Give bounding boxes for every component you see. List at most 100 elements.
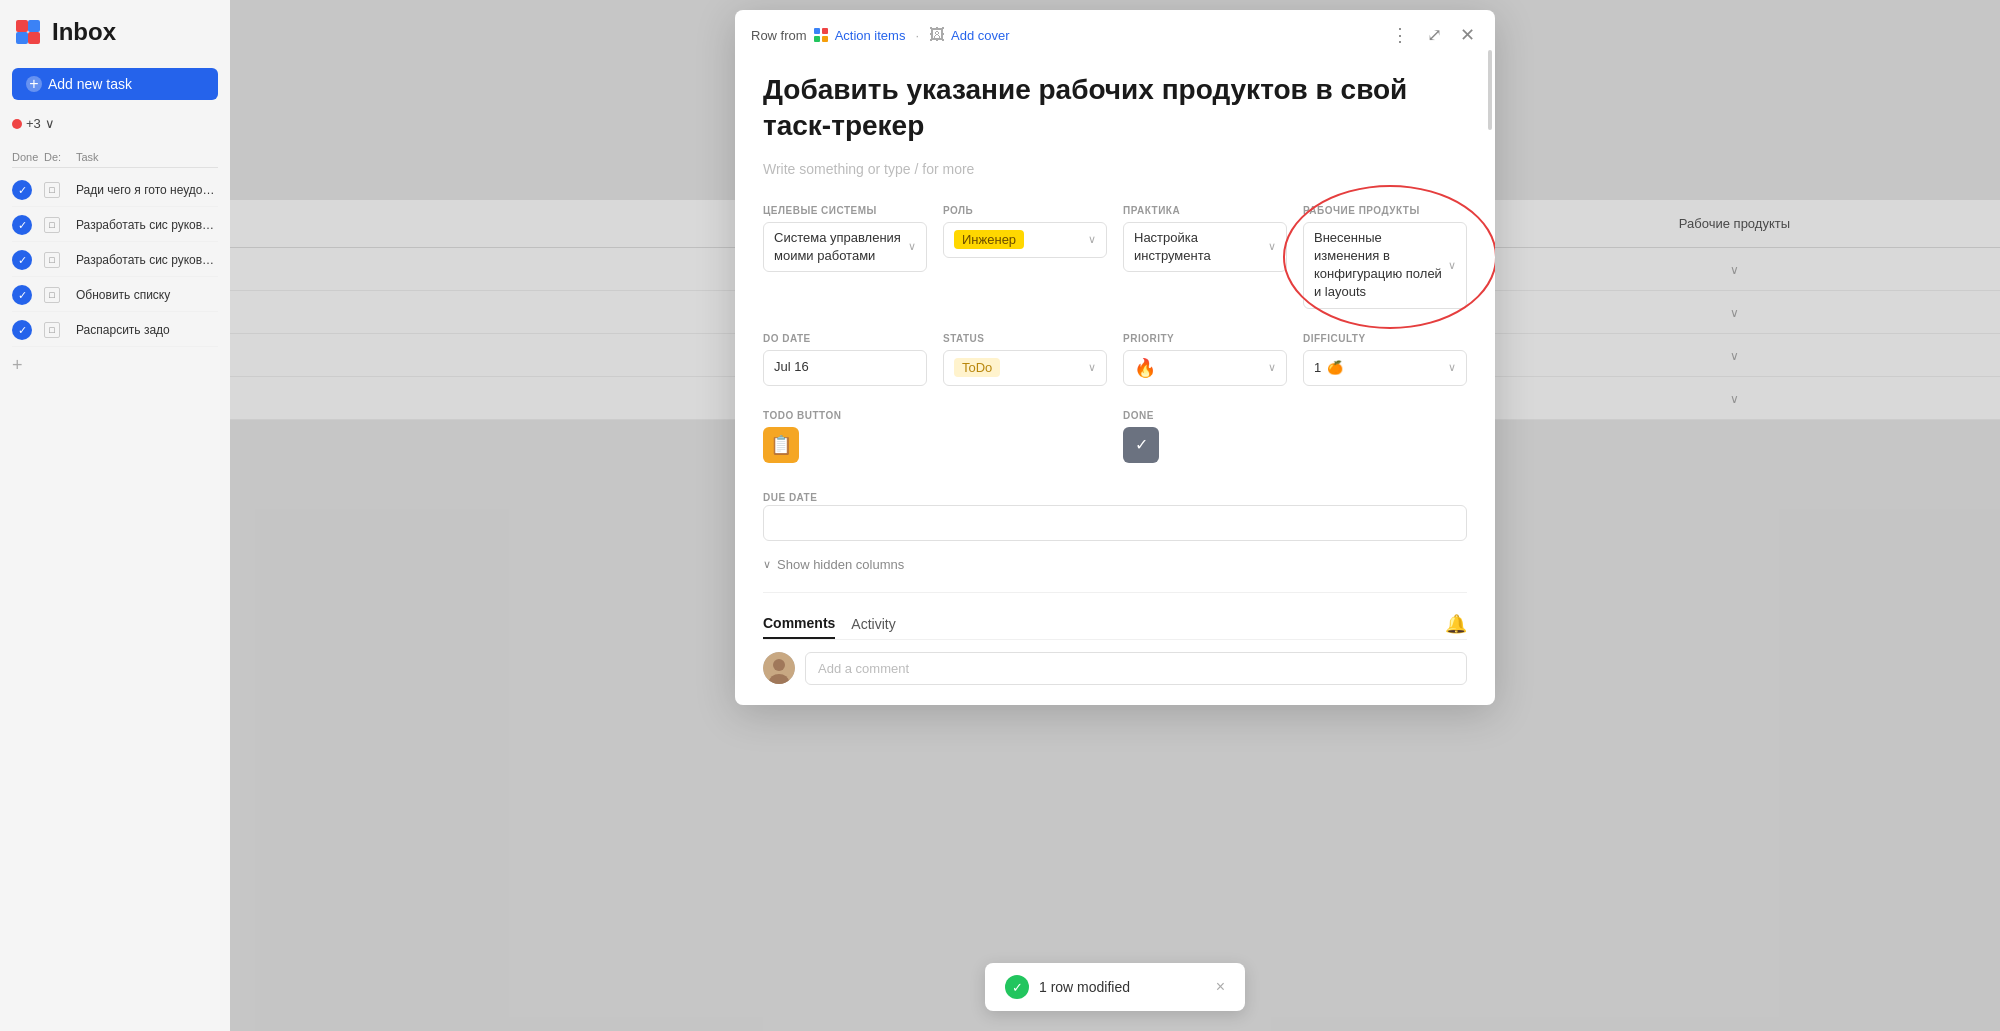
svg-rect-7 [822,36,828,42]
action-items-icon [813,27,829,43]
chevron-right-icon: ∨ [763,558,771,571]
status-select[interactable]: ToDo ∨ [943,350,1107,386]
difficulty-select[interactable]: 1 🍊 ∨ [1303,350,1467,386]
done-check-icon[interactable]: ✓ [1123,427,1159,463]
row-detail-modal: Row from Action items · 🖼 Add cover ⋮ ⤢ [735,10,1495,705]
difficulty-content: 1 🍊 [1314,360,1343,375]
status-value: ToDo [954,358,1000,377]
role-select[interactable]: Инженер ∨ [943,222,1107,258]
modal-overlay[interactable]: Row from Action items · 🖼 Add cover ⋮ ⤢ [230,0,2000,1031]
modal-body-placeholder[interactable]: Write something or type / for more [763,161,1467,177]
more-options-button[interactable]: ⋮ [1387,22,1413,48]
chevron-down-icon: ∨ [1448,361,1456,374]
practice-select[interactable]: Настройка инструмента ∨ [1123,222,1287,272]
comments-tabs: Comments Activity 🔔 [763,609,1467,640]
due-date-input[interactable] [763,505,1467,541]
scrollbar-thumb [1488,50,1492,130]
task-item[interactable]: ✓ □ Разработать сис руководства [12,209,218,242]
task-list: ✓ □ Ради чего я гото неудовлеторенн ✓ □ … [12,174,218,347]
add-cover-link[interactable]: Add cover [951,28,1010,43]
task-label: Разработать сис руководства [76,218,218,232]
toast-message: 1 row modified [1039,979,1130,995]
col-task: Task [76,151,218,163]
svg-rect-2 [16,32,28,44]
sidebar: Inbox + Add new task +3 ∨ Done De: Task … [0,0,230,1031]
difficulty-icon: 🍊 [1327,360,1343,375]
field-label-target-systems: ЦЕЛЕВЫЕ СИСТЕМЫ [763,205,927,216]
todo-done-row: TODO BUTTON 📋 DONE ✓ [763,410,1467,463]
notification-bell-icon[interactable]: 🔔 [1445,613,1467,635]
close-button[interactable]: ✕ [1456,22,1479,48]
priority-select[interactable]: 🔥 ∨ [1123,350,1287,386]
divider [763,592,1467,593]
svg-rect-4 [814,28,820,34]
tab-activity[interactable]: Activity [851,610,895,638]
field-role: РОЛЬ Инженер ∨ [943,205,1107,309]
modal-title: Добавить указание рабочих продуктов в св… [763,72,1467,145]
svg-rect-1 [28,20,40,32]
toast-success-icon: ✓ [1005,975,1029,999]
field-status: STATUS ToDo ∨ [943,333,1107,386]
sidebar-header: Inbox [12,16,218,48]
filter-row[interactable]: +3 ∨ [12,116,218,131]
task-item[interactable]: ✓ □ Обновить списку [12,279,218,312]
field-label-todo-button: TODO BUTTON [763,410,927,421]
task-type-icon: □ [44,287,60,303]
comment-placeholder: Add a comment [818,661,909,676]
modal-source: Row from Action items · 🖼 Add cover [751,26,1010,44]
target-systems-select[interactable]: Система управления моими работами ∨ [763,222,927,272]
task-item[interactable]: ✓ □ Ради чего я гото неудовлеторенн [12,174,218,207]
task-item[interactable]: ✓ □ Разработать сис руководства о н [12,244,218,277]
add-task-button[interactable]: + Add new task [12,68,218,100]
field-priority: PRIORITY 🔥 ∨ [1123,333,1287,386]
task-item[interactable]: ✓ □ Распарсить задо [12,314,218,347]
target-systems-value: Система управления моими работами [774,229,904,265]
task-type-icon: □ [44,217,60,233]
task-label: Ради чего я гото неудовлеторенн [76,183,218,197]
svg-rect-0 [16,20,28,32]
task-label: Разработать сис руководства о н [76,253,218,267]
image-icon: 🖼 [929,26,945,44]
check-icon: ✓ [12,285,32,305]
chevron-down-icon: ∨ [1268,240,1276,253]
field-do-date: DO DATE Jul 16 [763,333,927,386]
toast-close-button[interactable]: × [1216,978,1225,996]
tab-comments[interactable]: Comments [763,609,835,639]
field-label-done: DONE [1123,410,1287,421]
check-icon: ✓ [12,320,32,340]
task-label: Обновить списку [76,288,218,302]
check-icon: ✓ [12,180,32,200]
field-label-due-date: DUE DATE [763,492,817,503]
add-row-button[interactable]: + [12,351,218,380]
field-label-difficulty: DIFFICULTY [1303,333,1467,344]
col-de: De: [44,151,72,163]
working-products-select[interactable]: Внесенные изменения в конфигурацию полей… [1303,222,1467,309]
check-mark-icon: ✓ [1135,435,1148,454]
app-logo [12,16,44,48]
source-link[interactable]: Action items [835,28,906,43]
clipboard-icon: 📋 [770,434,792,456]
field-target-systems: ЦЕЛЕВЫЕ СИСТЕМЫ Система управления моими… [763,205,927,309]
do-date-select[interactable]: Jul 16 [763,350,927,386]
difficulty-number: 1 [1314,360,1321,375]
svg-point-9 [773,659,785,671]
check-icon: ✓ [12,250,32,270]
chevron-down-icon: ∨ [908,240,916,253]
modal-scrollbar[interactable] [1487,50,1493,665]
expand-button[interactable]: ⤢ [1423,22,1446,48]
do-date-value: Jul 16 [774,358,916,376]
working-products-value: Внесенные изменения в конфигурацию полей… [1314,229,1444,302]
comment-input[interactable]: Add a comment [805,652,1467,685]
show-hidden-toggle[interactable]: ∨ Show hidden columns [763,557,1467,572]
task-label: Распарсить задо [76,323,218,337]
filter-chevron: ∨ [45,116,55,131]
todo-button-icon[interactable]: 📋 [763,427,799,463]
field-label-priority: PRIORITY [1123,333,1287,344]
comment-row: Add a comment [763,652,1467,685]
chevron-down-icon: ∨ [1088,361,1096,374]
chevron-down-icon: ∨ [1088,233,1096,246]
chevron-down-icon: ∨ [1268,361,1276,374]
task-type-icon: □ [44,322,60,338]
field-label-working-products: РАБОЧИЕ ПРОДУКТЫ [1303,205,1467,216]
main-content: Роль Практика Рабочие продукты ∨ ∨ ∨ ∨ ∨ [230,0,2000,1031]
